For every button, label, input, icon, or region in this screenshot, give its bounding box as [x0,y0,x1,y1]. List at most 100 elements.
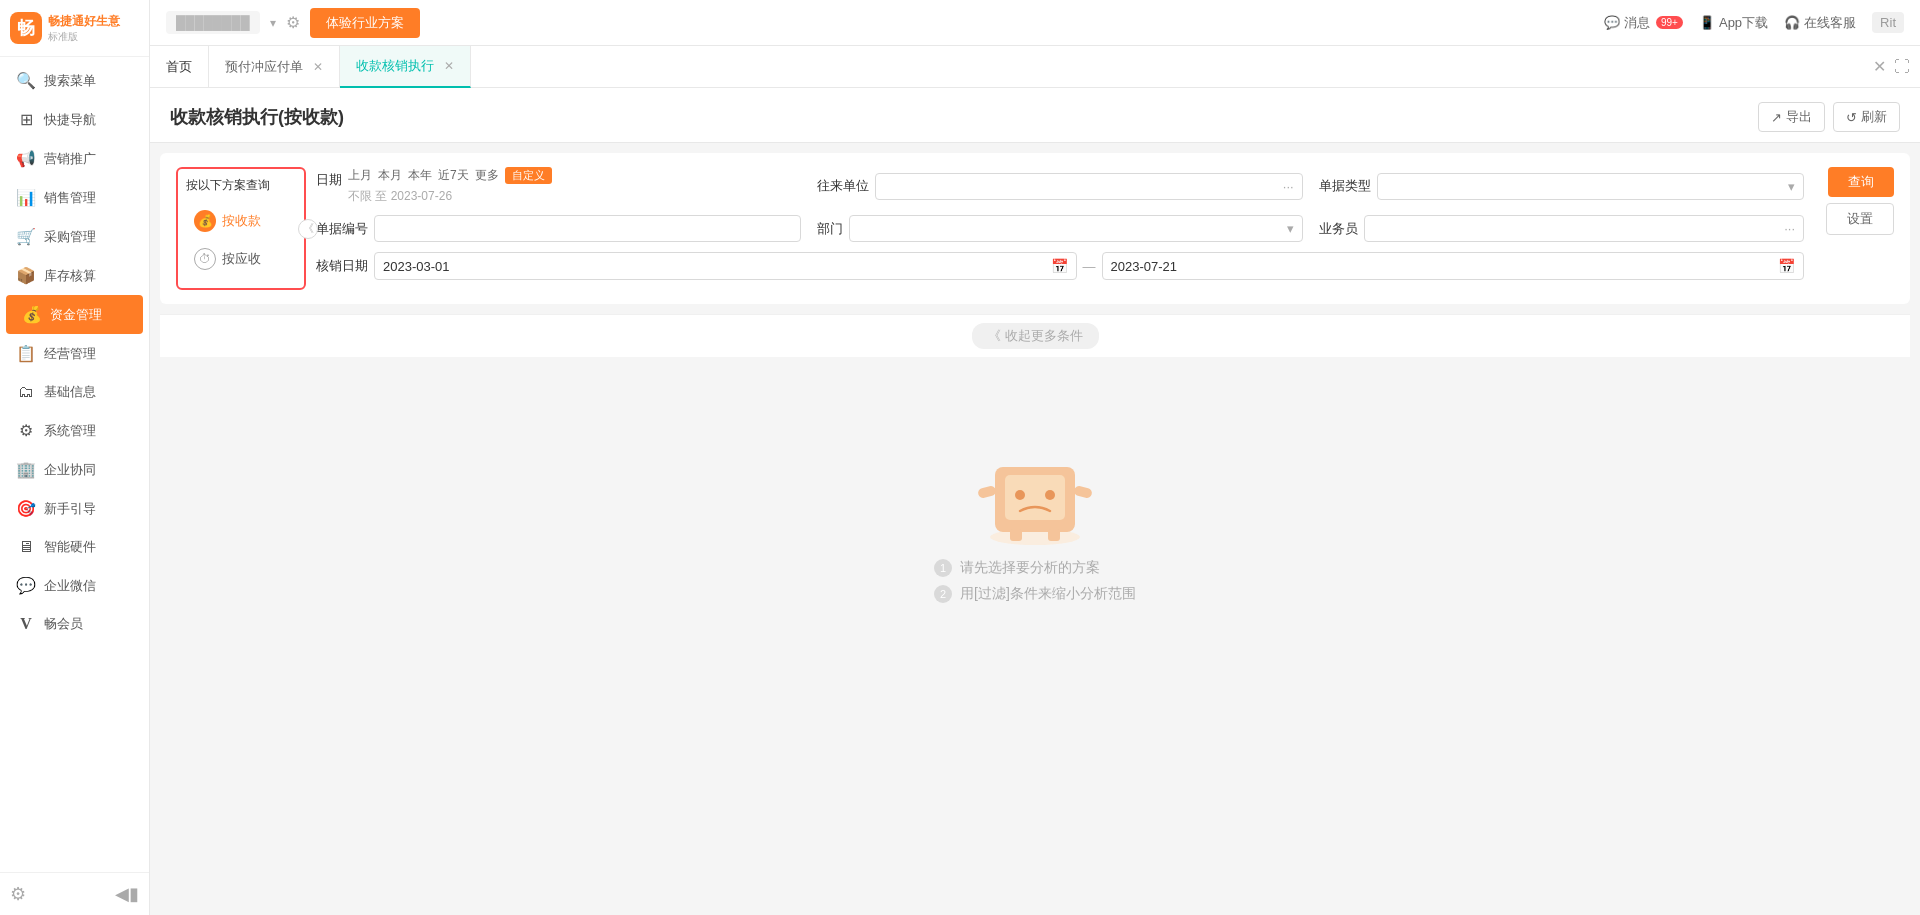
doc-no-input[interactable] [374,215,801,242]
empty-hint-2: 2 用[过滤]条件来缩小分析范围 [934,585,1136,603]
empty-illustration [970,437,1100,547]
sidebar-item-business[interactable]: 📋 经营管理 [0,334,149,373]
sidebar-bottom: ⚙ ◀▮ [0,872,149,915]
date-this-month[interactable]: 本月 [378,167,402,184]
business-icon: 📋 [16,344,36,363]
date-this-year[interactable]: 本年 [408,167,432,184]
sales-icon: 📊 [16,188,36,207]
tab-close-receipt[interactable]: ✕ [444,59,454,73]
date-nolimit: 不限 至 2023-07-26 [348,188,801,205]
export-btn[interactable]: ↗ 导出 [1758,102,1825,132]
verif-date-start-input[interactable]: 2023-03-01 📅 [374,252,1077,280]
verif-start-cal-icon: 📅 [1051,258,1068,274]
filter-row-2: 单据编号 部门 ▾ 业务员 ··· [316,215,1804,242]
grid-icon: ⊞ [16,110,36,129]
app-download-item[interactable]: 📱 App下载 [1699,14,1768,32]
empty-hints: 1 请先选择要分析的方案 2 用[过滤]条件来缩小分析范围 [934,559,1136,603]
sidebar-item-smart-hw[interactable]: 🖥 智能硬件 [0,528,149,566]
date-label: 日期 [316,171,342,189]
online-service-icon: 🎧 [1784,15,1800,30]
query-btn[interactable]: 查询 [1828,167,1894,197]
sidebar-item-quick-nav[interactable]: ⊞ 快捷导航 [0,100,149,139]
hint-num-1: 1 [934,559,952,577]
date-7days[interactable]: 近7天 [438,167,469,184]
svg-point-4 [1045,490,1055,500]
online-service-item[interactable]: 🎧 在线客服 [1784,14,1856,32]
industry-btn[interactable]: 体验行业方案 [310,8,420,38]
sidebar-item-enterprise[interactable]: 🏢 企业协同 [0,450,149,489]
collapse-more-btn[interactable]: 《 收起更多条件 [972,323,1099,349]
enterprise-icon: 🏢 [16,460,36,479]
tab-prepay-conflict[interactable]: 预付冲应付单 ✕ [209,46,340,88]
guide-icon: 🎯 [16,499,36,518]
date-last-month[interactable]: 上月 [348,167,372,184]
sidebar-item-finance[interactable]: 💰 资金管理 [6,295,143,334]
export-icon: ↗ [1771,110,1782,125]
settings-filter-btn[interactable]: 设置 [1826,203,1894,235]
date-more[interactable]: 更多 [475,167,499,184]
sidebar-item-guide[interactable]: 🎯 新手引导 [0,489,149,528]
filter-form-area: 日期 上月 本月 本年 近7天 更多 自定义 不限 至 2023-07-26 [316,167,1804,290]
content-area: 收款核销执行(按收款) ↗ 导出 ↺ 刷新 按以下方案查询 💰 按收款 [150,88,1920,915]
tab-home[interactable]: 首页 [150,46,209,88]
partner-ellipsis-icon: ··· [1283,179,1294,194]
svg-point-3 [1015,490,1025,500]
receipt-option-icon: 💰 [194,210,216,232]
collapse-sidebar-icon[interactable]: ◀▮ [115,883,139,905]
refresh-btn[interactable]: ↺ 刷新 [1833,102,1900,132]
collapse-more-icon: 《 [988,327,1001,345]
sidebar-logo: 畅 畅捷通好生意 标准版 [0,0,149,57]
system-icon: ⚙ [16,421,36,440]
tab-close-prepay[interactable]: ✕ [313,60,323,74]
user-avatar[interactable]: Rit [1872,12,1904,33]
marketing-icon: 📢 [16,149,36,168]
sidebar-item-marketing[interactable]: 📢 营销推广 [0,139,149,178]
sidebar-item-wechat[interactable]: 💬 企业微信 [0,566,149,605]
date-custom[interactable]: 自定义 [505,167,552,184]
search-icon: 🔍 [16,71,36,90]
doc-type-dropdown-icon: ▾ [1788,179,1795,194]
staff-label: 业务员 [1319,220,1358,238]
staff-input[interactable]: ··· [1364,215,1804,242]
settings-bottom-icon[interactable]: ⚙ [10,883,26,905]
empty-hint-1: 1 请先选择要分析的方案 [934,559,1136,577]
filter-option-receipt[interactable]: 💰 按收款 [186,204,296,238]
company-dropdown-icon[interactable]: ▾ [270,16,276,30]
filter-action-buttons: 查询 设置 [1814,167,1894,290]
dept-input[interactable]: ▾ [849,215,1302,242]
filter-row-1: 日期 上月 本月 本年 近7天 更多 自定义 不限 至 2023-07-26 [316,167,1804,205]
dept-label: 部门 [817,220,843,238]
messages-item[interactable]: 💬 消息 99+ [1604,14,1683,32]
wechat-icon: 💬 [16,576,36,595]
partner-label: 往来单位 [817,177,869,195]
date-separator: — [1083,259,1096,274]
date-field-content: 上月 本月 本年 近7天 更多 自定义 不限 至 2023-07-26 [348,167,801,205]
sidebar-item-basic-info[interactable]: 🗂 基础信息 [0,373,149,411]
sidebar-item-sales[interactable]: 📊 销售管理 [0,178,149,217]
partner-input[interactable]: ··· [875,173,1302,200]
svg-rect-7 [977,485,997,499]
sidebar-item-purchase[interactable]: 🛒 采购管理 [0,217,149,256]
basic-info-icon: 🗂 [16,383,36,401]
verif-date-end-input[interactable]: 2023-07-21 📅 [1102,252,1805,280]
sidebar-item-search-menu[interactable]: 🔍 搜索菜单 [0,61,149,100]
collapse-panel-icon[interactable]: 《 [298,219,318,239]
vip-icon: V [16,615,36,633]
partner-field: 往来单位 ··· [817,167,1302,205]
inventory-icon: 📦 [16,266,36,285]
tab-fullscreen-icon[interactable]: ⛶ [1894,58,1910,76]
doc-type-input[interactable]: ▾ [1377,173,1804,200]
sidebar-item-inventory[interactable]: 📦 库存核算 [0,256,149,295]
tab-close-all-icon[interactable]: ✕ [1873,57,1886,76]
receivable-option-icon: ⏱ [194,248,216,270]
app-download-icon: 📱 [1699,15,1715,30]
sidebar-item-vip[interactable]: V 畅会员 [0,605,149,643]
svg-rect-5 [1010,529,1022,541]
filter-option-receivable[interactable]: ⏱ 按应收 [186,242,296,276]
header-settings-icon[interactable]: ⚙ [286,13,300,32]
tab-receipt-writeoff[interactable]: 收款核销执行 ✕ [340,46,471,88]
filter-selector: 按以下方案查询 💰 按收款 ⏱ 按应收 《 [176,167,306,290]
verif-date-row: 核销日期 2023-03-01 📅 — 2023-07-21 📅 [316,252,1804,280]
sidebar-item-system[interactable]: ⚙ 系统管理 [0,411,149,450]
messages-badge: 99+ [1656,16,1683,29]
